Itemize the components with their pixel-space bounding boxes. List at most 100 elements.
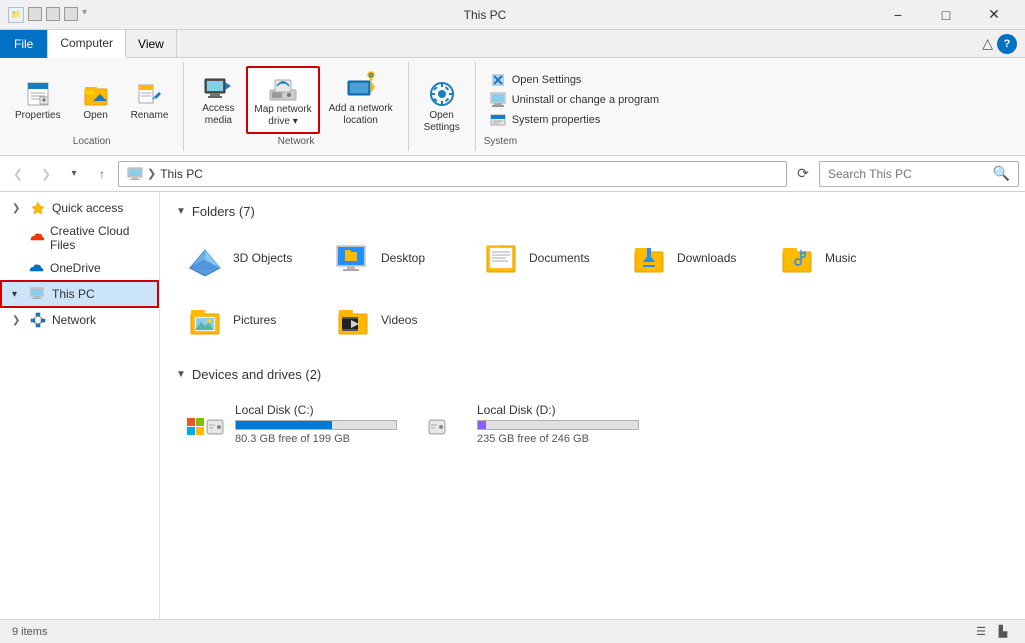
drive-d-bar	[478, 421, 486, 429]
access-media-button[interactable]: Accessmedia	[192, 66, 244, 132]
ribbon-group-system: Open Settings Uninstall or change a prog…	[476, 62, 673, 151]
drive-c-bar-container	[235, 420, 397, 430]
sidebar-item-this-pc[interactable]: ▾ This PC	[0, 280, 159, 308]
map-drive-icon	[267, 72, 299, 104]
search-input[interactable]	[828, 167, 993, 181]
this-pc-icon	[30, 286, 46, 302]
network-group-label: Network	[278, 136, 315, 147]
this-pc-label: This PC	[52, 287, 95, 301]
drives-grid: Local Disk (C:) 80.3 GB free of 199 GB	[176, 394, 1009, 454]
drive-c-name: Local Disk (C:)	[235, 403, 397, 417]
search-icon: 🔍	[993, 165, 1010, 182]
tab-view[interactable]: View	[126, 30, 177, 58]
map-network-drive-button[interactable]: Map networkdrive ▾	[246, 66, 319, 134]
creative-cloud-label: Creative Cloud Files	[50, 224, 151, 252]
folders-label: Folders (7)	[192, 204, 255, 219]
uninstall-label: Open Settings	[512, 74, 582, 86]
ribbon-group-location: Properties Open	[0, 62, 184, 151]
documents-name: Documents	[529, 251, 590, 265]
forward-button[interactable]: ❯	[34, 162, 58, 186]
manage-icon	[490, 112, 506, 128]
expand-network: ❯	[12, 315, 24, 326]
expand-this-pc: ▾	[12, 289, 24, 300]
pictures-icon	[185, 302, 225, 338]
creative-cloud-icon	[28, 230, 44, 246]
folder-pictures[interactable]: Pictures	[176, 293, 316, 347]
search-box[interactable]: 🔍	[819, 161, 1019, 187]
ribbon-tabs: File Computer View △ ?	[0, 30, 1025, 58]
sidebar-item-network[interactable]: ❯ Network	[0, 308, 159, 332]
folder-3d-objects[interactable]: 3D Objects	[176, 231, 316, 285]
desktop-name: Desktop	[381, 251, 425, 265]
drive-c-free: 80.3 GB free of 199 GB	[235, 433, 397, 445]
open-label: Open	[83, 110, 107, 122]
recent-button[interactable]: ▾	[62, 162, 86, 186]
details-view-button[interactable]: ☰	[971, 622, 991, 642]
drives-expand-icon[interactable]: ▼	[176, 369, 186, 380]
open-settings-icon	[426, 78, 458, 110]
open-button[interactable]: Open	[72, 73, 120, 127]
downloads-icon	[629, 240, 669, 276]
network-label: Network	[52, 313, 96, 327]
3d-objects-name: 3D Objects	[233, 251, 292, 265]
sidebar-item-creative-cloud[interactable]: Creative Cloud Files	[0, 220, 159, 256]
window-title: This PC	[95, 8, 875, 22]
address-path[interactable]: ❯ This PC	[118, 161, 787, 187]
folder-documents[interactable]: Documents	[472, 231, 612, 285]
back-button[interactable]: ❮	[6, 162, 30, 186]
ribbon-content: Properties Open	[0, 58, 1025, 156]
tab-computer[interactable]: Computer	[48, 30, 126, 58]
folder-downloads[interactable]: Downloads	[620, 231, 760, 285]
status-bar: 9 items ☰ ▙	[0, 619, 1025, 643]
app-icon: 📁	[8, 7, 24, 23]
pictures-name: Pictures	[233, 313, 276, 327]
up-button[interactable]: ↑	[90, 162, 114, 186]
large-icons-view-button[interactable]: ▙	[993, 622, 1013, 642]
quick-access-label: Quick access	[52, 201, 123, 215]
documents-icon	[481, 240, 521, 276]
tb-icon3[interactable]	[64, 7, 78, 21]
folders-expand-icon[interactable]: ▼	[176, 206, 186, 217]
tb-dropdown[interactable]: ▾	[82, 7, 87, 23]
onedrive-icon	[28, 260, 44, 276]
tb-icon2[interactable]	[46, 7, 60, 21]
window-controls: − □ ✕	[875, 0, 1017, 30]
ribbon-expand-btn[interactable]: △	[982, 35, 993, 52]
uninstall-button[interactable]: Open Settings	[484, 70, 665, 90]
drive-c-info: Local Disk (C:) 80.3 GB free of 199 GB	[235, 403, 397, 445]
open-settings-label: OpenSettings	[424, 110, 460, 134]
map-drive-label: Map networkdrive ▾	[254, 104, 311, 128]
ribbon-group-open: OpenSettings	[409, 62, 476, 151]
sidebar-item-onedrive[interactable]: OneDrive	[0, 256, 159, 280]
manage-button[interactable]: System properties	[484, 110, 665, 130]
desktop-icon	[333, 240, 373, 276]
folder-music[interactable]: Music	[768, 231, 908, 285]
access-media-icon	[202, 71, 234, 103]
add-location-label: Add a networklocation	[329, 103, 393, 127]
close-button[interactable]: ✕	[971, 0, 1017, 30]
system-properties-button[interactable]: Uninstall or change a program	[484, 90, 665, 110]
minimize-button[interactable]: −	[875, 0, 921, 30]
drive-d-bar-container	[477, 420, 639, 430]
quick-access-icon	[30, 200, 46, 216]
help-button[interactable]: ?	[997, 34, 1017, 54]
refresh-button[interactable]: ⟳	[791, 162, 815, 186]
properties-button[interactable]: Properties	[8, 73, 68, 127]
sidebar-item-quick-access[interactable]: ❯ Quick access	[0, 196, 159, 220]
folders-header: ▼ Folders (7)	[176, 204, 1009, 219]
maximize-button[interactable]: □	[923, 0, 969, 30]
folder-videos[interactable]: Videos	[324, 293, 464, 347]
tb-icon1[interactable]	[28, 7, 42, 21]
system-group-label: System	[484, 136, 517, 147]
drive-d[interactable]: Local Disk (D:) 235 GB free of 246 GB	[418, 394, 648, 454]
add-network-location-button[interactable]: Add a networklocation	[322, 66, 400, 132]
drives-label: Devices and drives (2)	[192, 367, 321, 382]
open-settings-button[interactable]: OpenSettings	[417, 73, 467, 139]
drives-header: ▼ Devices and drives (2)	[176, 367, 1009, 382]
folder-desktop[interactable]: Desktop	[324, 231, 464, 285]
tab-file[interactable]: File	[0, 30, 48, 58]
rename-button[interactable]: Rename	[124, 73, 176, 127]
3d-objects-icon	[185, 240, 225, 276]
ribbon-group-network: Accessmedia Map networkdrive ▾	[184, 62, 408, 151]
drive-c[interactable]: Local Disk (C:) 80.3 GB free of 199 GB	[176, 394, 406, 454]
